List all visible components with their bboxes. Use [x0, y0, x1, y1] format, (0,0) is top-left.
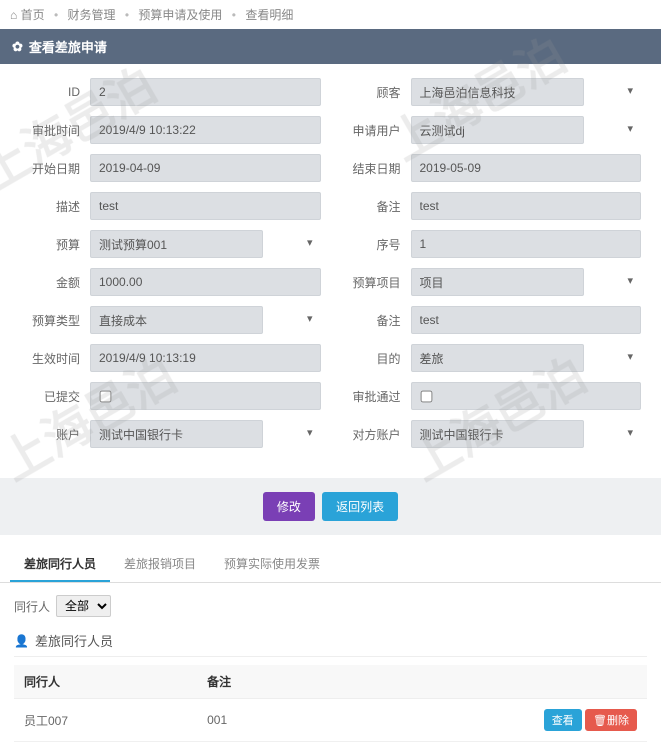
select-apply-user[interactable]: [411, 116, 584, 144]
delete-button[interactable]: 🗑删除: [585, 709, 637, 731]
input-remark2[interactable]: [411, 306, 642, 334]
filter-select[interactable]: 全部: [56, 595, 111, 617]
edit-button[interactable]: 修改: [263, 492, 315, 521]
checkbox-submitted[interactable]: [100, 390, 112, 402]
home-icon: ⌂: [10, 8, 17, 22]
sub-filter: 同行人 全部: [14, 595, 647, 617]
input-start-date[interactable]: [90, 154, 321, 182]
table-row: 员工007 001 查看 🗑删除: [14, 699, 647, 742]
form-area: ID 顾客 审批时间 申请用户 开始日期 结束日期: [0, 64, 661, 468]
sub-panel: 同行人 全部 👤 差旅同行人员 同行人 备注 员工007 001 查看 🗑删除: [14, 595, 647, 742]
label-approve-time: 审批时间: [20, 122, 90, 139]
trash-icon: 🗑: [593, 715, 607, 727]
breadcrumb-sep: •: [54, 8, 58, 22]
breadcrumb-home[interactable]: 首页: [21, 8, 45, 22]
companion-table: 同行人 备注 员工007 001 查看 🗑删除: [14, 665, 647, 742]
label-approved: 审批通过: [341, 388, 411, 405]
label-budget-item: 预算项目: [341, 274, 411, 291]
col-remark: 备注: [197, 665, 323, 699]
select-budget-item[interactable]: [411, 268, 584, 296]
input-end-date[interactable]: [411, 154, 642, 182]
tab-companions[interactable]: 差旅同行人员: [10, 547, 110, 582]
input-remark1[interactable]: [411, 192, 642, 220]
tabs: 差旅同行人员 差旅报销项目 预算实际使用发票: [0, 547, 661, 583]
tab-reimburse-items[interactable]: 差旅报销项目: [110, 547, 210, 582]
input-desc[interactable]: [90, 192, 321, 220]
label-effective-time: 生效时间: [20, 350, 90, 367]
input-effective-time[interactable]: [90, 344, 321, 372]
sub-title-text: 差旅同行人员: [35, 631, 113, 650]
select-customer[interactable]: [411, 78, 584, 106]
gear-icon: ✿: [12, 39, 23, 55]
panel-header: ✿ 查看差旅申请: [0, 29, 661, 64]
label-remark1: 备注: [341, 198, 411, 215]
label-counter-account: 对方账户: [341, 426, 411, 443]
label-submitted: 已提交: [20, 388, 90, 405]
select-budget[interactable]: [90, 230, 263, 258]
input-id[interactable]: [90, 78, 321, 106]
select-account[interactable]: [90, 420, 263, 448]
label-start-date: 开始日期: [20, 160, 90, 177]
tab-actual-invoices[interactable]: 预算实际使用发票: [210, 547, 334, 582]
input-approve-time[interactable]: [90, 116, 321, 144]
checkbox-submitted-wrap: [90, 382, 321, 410]
select-purpose[interactable]: [411, 344, 584, 372]
sub-title: 👤 差旅同行人员: [14, 625, 647, 657]
action-bar: 修改 返回列表: [0, 478, 661, 535]
select-counter-account[interactable]: [411, 420, 584, 448]
label-seq: 序号: [341, 236, 411, 253]
breadcrumb-l3[interactable]: 预算申请及使用: [138, 8, 222, 22]
checkbox-approved[interactable]: [420, 390, 432, 402]
input-amount[interactable]: [90, 268, 321, 296]
label-amount: 金额: [20, 274, 90, 291]
user-icon: 👤: [14, 634, 29, 648]
breadcrumb-l2[interactable]: 财务管理: [68, 8, 116, 22]
label-customer: 顾客: [341, 84, 411, 101]
label-budget-type: 预算类型: [20, 312, 90, 329]
col-person: 同行人: [14, 665, 197, 699]
view-button[interactable]: 查看: [544, 709, 582, 731]
breadcrumb: ⌂ 首页 • 财务管理 • 预算申请及使用 • 查看明细: [0, 0, 661, 29]
filter-label: 同行人: [14, 598, 50, 615]
label-account: 账户: [20, 426, 90, 443]
label-apply-user: 申请用户: [341, 122, 411, 139]
breadcrumb-sep: •: [125, 8, 129, 22]
select-budget-type[interactable]: [90, 306, 263, 334]
back-button[interactable]: 返回列表: [322, 492, 398, 521]
cell-person: 员工007: [14, 699, 197, 742]
breadcrumb-sep: •: [232, 8, 236, 22]
checkbox-approved-wrap: [411, 382, 642, 410]
breadcrumb-l4[interactable]: 查看明细: [245, 8, 293, 22]
panel-title: 查看差旅申请: [29, 37, 107, 56]
label-desc: 描述: [20, 198, 90, 215]
input-seq[interactable]: [411, 230, 642, 258]
label-purpose: 目的: [341, 350, 411, 367]
label-remark2: 备注: [341, 312, 411, 329]
label-budget: 预算: [20, 236, 90, 253]
label-end-date: 结束日期: [341, 160, 411, 177]
label-id: ID: [20, 85, 90, 99]
cell-remark: 001: [197, 699, 323, 742]
